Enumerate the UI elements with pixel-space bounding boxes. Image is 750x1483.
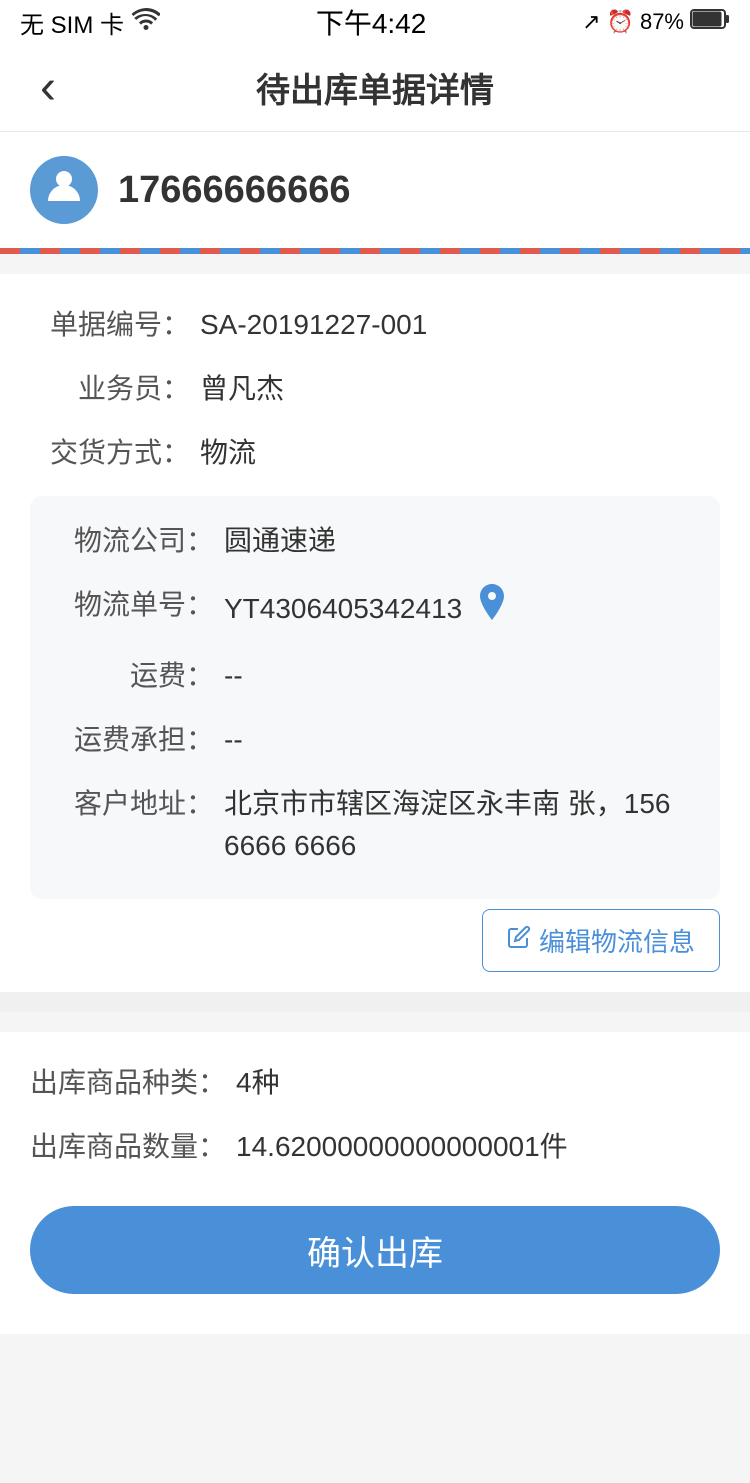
freight-bearer-value: -- bbox=[224, 719, 696, 761]
customer-header: 17666666666 bbox=[0, 132, 750, 248]
freight-bearer-label: 运费承担： bbox=[54, 719, 214, 761]
address-label: 客户地址： bbox=[54, 783, 214, 825]
dashed-divider bbox=[0, 248, 750, 254]
tracking-location-icon[interactable] bbox=[476, 584, 508, 633]
company-value: 圆通速递 bbox=[224, 520, 696, 562]
edit-logistics-label: 编辑物流信息 bbox=[539, 922, 695, 959]
freight-label: 运费： bbox=[54, 655, 214, 697]
delivery-row: 交货方式： 物流 bbox=[30, 432, 720, 474]
wifi-icon bbox=[132, 8, 160, 37]
bottom-area: 确认出库 bbox=[0, 1186, 750, 1334]
freight-value: -- bbox=[224, 655, 696, 697]
customer-phone: 17666666666 bbox=[118, 169, 350, 212]
salesperson-label: 业务员： bbox=[30, 368, 190, 410]
address-row: 客户地址： 北京市市辖区海淀区永丰南 张，156 6666 6666 bbox=[54, 783, 696, 867]
battery-icon bbox=[690, 8, 730, 36]
tracking-row: 物流单号： YT4306405342413 bbox=[54, 584, 696, 633]
status-right: ↗ ⏰ 87% bbox=[582, 8, 730, 36]
edit-button-row: 编辑物流信息 bbox=[30, 899, 720, 972]
basic-info-section: 单据编号： SA-20191227-001 业务员： 曾凡杰 交货方式： 物流 … bbox=[0, 274, 750, 992]
tracking-label: 物流单号： bbox=[54, 584, 214, 626]
delivery-value: 物流 bbox=[200, 432, 720, 474]
freight-row: 运费： -- bbox=[54, 655, 696, 697]
section-divider bbox=[0, 992, 750, 1012]
time-label: 下午4:42 bbox=[316, 2, 427, 42]
status-left: 无 SIM 卡 bbox=[20, 5, 160, 40]
category-label: 出库商品种类： bbox=[30, 1062, 226, 1104]
nav-bar: ‹ 待出库单据详情 bbox=[0, 44, 750, 132]
confirm-button-label: 确认出库 bbox=[307, 1226, 443, 1275]
battery-label: 87% bbox=[640, 9, 684, 35]
category-value: 4种 bbox=[236, 1062, 720, 1104]
document-row: 单据编号： SA-20191227-001 bbox=[30, 304, 720, 346]
edit-icon bbox=[507, 925, 531, 956]
salesperson-row: 业务员： 曾凡杰 bbox=[30, 368, 720, 410]
company-label: 物流公司： bbox=[54, 520, 214, 562]
confirm-outbound-button[interactable]: 确认出库 bbox=[30, 1206, 720, 1294]
delivery-label: 交货方式： bbox=[30, 432, 190, 474]
address-value: 北京市市辖区海淀区永丰南 张，156 6666 6666 bbox=[224, 783, 696, 867]
tracking-value-container: YT4306405342413 bbox=[224, 584, 696, 633]
location-status-icon: ↗ bbox=[582, 9, 600, 35]
salesperson-value: 曾凡杰 bbox=[200, 368, 720, 410]
document-value: SA-20191227-001 bbox=[200, 304, 720, 346]
tracking-value: YT4306405342413 bbox=[224, 588, 462, 630]
quantity-value: 14.62000000000000001件 bbox=[236, 1126, 720, 1168]
page-title: 待出库单据详情 bbox=[256, 63, 494, 112]
freight-bearer-row: 运费承担： -- bbox=[54, 719, 696, 761]
back-button[interactable]: ‹ bbox=[30, 50, 66, 125]
status-bar: 无 SIM 卡 下午4:42 ↗ ⏰ 87% bbox=[0, 0, 750, 44]
quantity-row: 出库商品数量： 14.62000000000000001件 bbox=[30, 1126, 720, 1168]
user-icon bbox=[44, 165, 84, 215]
category-row: 出库商品种类： 4种 bbox=[30, 1062, 720, 1104]
alarm-icon: ⏰ bbox=[607, 9, 634, 35]
document-label: 单据编号： bbox=[30, 304, 190, 346]
avatar bbox=[30, 156, 98, 224]
edit-logistics-button[interactable]: 编辑物流信息 bbox=[482, 909, 720, 972]
quantity-label: 出库商品数量： bbox=[30, 1126, 226, 1168]
company-row: 物流公司： 圆通速递 bbox=[54, 520, 696, 562]
logistics-card: 物流公司： 圆通速递 物流单号： YT4306405342413 运费： -- … bbox=[30, 496, 720, 899]
carrier-label: 无 SIM 卡 bbox=[20, 5, 124, 40]
